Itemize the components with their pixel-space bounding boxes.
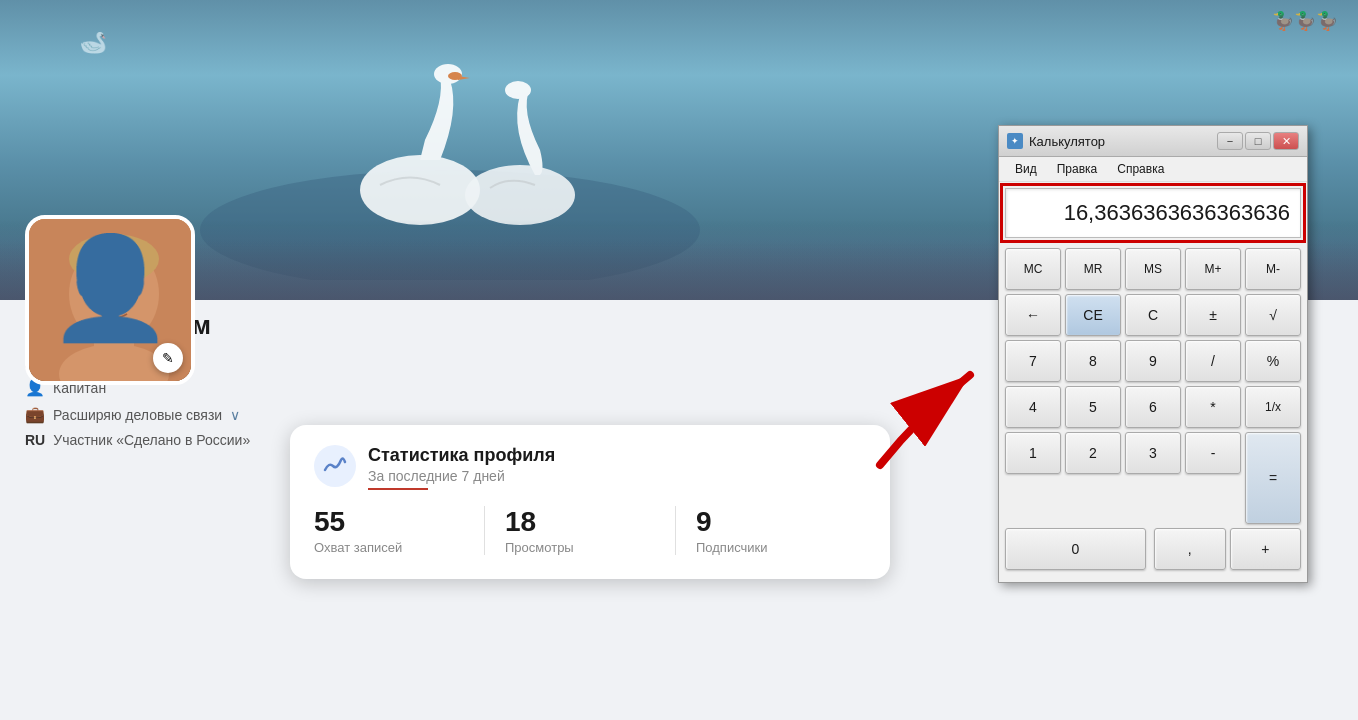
- calc-btn-8[interactable]: 8: [1065, 340, 1121, 382]
- calc-btn-6[interactable]: 6: [1125, 386, 1181, 428]
- calc-btn-multiply[interactable]: *: [1185, 386, 1241, 428]
- calc-display: 16,3636363636363636: [1005, 188, 1301, 238]
- calc-row-0: 0 , +: [1005, 528, 1301, 570]
- calc-menu-help[interactable]: Справка: [1107, 159, 1174, 179]
- calc-btn-mc[interactable]: MC: [1005, 248, 1061, 290]
- calc-btn-equals[interactable]: =: [1245, 432, 1301, 524]
- calc-buttons: MC MR MS M+ M- ← CE C ± √ 7 8 9 / %: [999, 244, 1307, 582]
- svg-point-4: [465, 165, 575, 225]
- calc-row-123: 1 2 3 - =: [1005, 432, 1301, 524]
- svg-point-7: [69, 244, 159, 344]
- calculator-window: ✦ Калькулятор − □ ✕ Вид Правка Справка 1…: [998, 125, 1308, 583]
- svg-point-9: [93, 282, 105, 296]
- stat-views-value: 18: [505, 506, 655, 538]
- calc-btn-9[interactable]: 9: [1125, 340, 1181, 382]
- calc-btn-ce[interactable]: CE: [1065, 294, 1121, 336]
- duck-birds: 🦆🦆🦆: [1272, 10, 1338, 32]
- expand-link[interactable]: ∨: [230, 407, 240, 423]
- profile-avatar: ✎: [25, 215, 195, 385]
- calc-menu-edit[interactable]: Правка: [1047, 159, 1108, 179]
- avatar-edit-button[interactable]: ✎: [153, 343, 183, 373]
- profile-activity: 💼 Расширяю деловые связи ∨: [25, 405, 250, 424]
- stat-subscribers-value: 9: [696, 506, 846, 538]
- stat-views-label: Просмотры: [505, 540, 655, 555]
- stats-numbers: 55 Охват записей 18 Просмотры 9 Подписчи…: [314, 506, 866, 555]
- stats-icon: [314, 445, 356, 487]
- stat-subscribers-label: Подписчики: [696, 540, 846, 555]
- calc-btn-decimal[interactable]: ,: [1154, 528, 1226, 570]
- calc-btn-3[interactable]: 3: [1125, 432, 1181, 474]
- profile-badge: RU Участник «Сделано в России»: [25, 432, 250, 448]
- calc-btn-plusminus[interactable]: ±: [1185, 294, 1241, 336]
- stats-title: Статистика профиля: [368, 445, 555, 466]
- calc-btn-4[interactable]: 4: [1005, 386, 1061, 428]
- calc-btn-plus[interactable]: +: [1230, 528, 1302, 570]
- stat-reach-label: Охват записей: [314, 540, 464, 555]
- calc-title-buttons: − □ ✕: [1217, 132, 1299, 150]
- calc-btn-minus[interactable]: -: [1185, 432, 1241, 474]
- calc-btn-reciprocal[interactable]: 1/x: [1245, 386, 1301, 428]
- heron-bird: 🦢: [80, 30, 107, 56]
- calc-row-ops1: ← CE C ± √: [1005, 294, 1301, 336]
- calc-btn-percent[interactable]: %: [1245, 340, 1301, 382]
- calc-btn-sqrt[interactable]: √: [1245, 294, 1301, 336]
- stats-card: Статистика профиля За последние 7 дней 5…: [290, 425, 890, 579]
- stat-reach: 55 Охват записей: [314, 506, 485, 555]
- briefcase-icon: 💼: [25, 405, 45, 424]
- stats-title-area: Статистика профиля За последние 7 дней: [368, 445, 555, 490]
- svg-point-10: [123, 282, 135, 296]
- calc-btn-c[interactable]: C: [1125, 294, 1181, 336]
- stat-reach-value: 55: [314, 506, 464, 538]
- calc-btn-7[interactable]: 7: [1005, 340, 1061, 382]
- svg-point-5: [505, 81, 531, 99]
- calc-display-value: 16,3636363636363636: [1064, 200, 1290, 226]
- calc-menu-view[interactable]: Вид: [1005, 159, 1047, 179]
- calculator-icon: ✦: [1007, 133, 1023, 149]
- calc-btn-0[interactable]: 0: [1005, 528, 1146, 570]
- calc-btn-mr[interactable]: MR: [1065, 248, 1121, 290]
- calc-btn-5[interactable]: 5: [1065, 386, 1121, 428]
- calc-btn-1[interactable]: 1: [1005, 432, 1061, 474]
- svg-point-1: [360, 155, 480, 225]
- svg-rect-12: [94, 339, 134, 385]
- calc-minimize-button[interactable]: −: [1217, 132, 1243, 150]
- stats-subtitle: За последние 7 дней: [368, 468, 555, 484]
- stat-views: 18 Просмотры: [505, 506, 676, 555]
- calc-btn-mplus[interactable]: M+: [1185, 248, 1241, 290]
- calc-row-memory: MC MR MS M+ M-: [1005, 248, 1301, 290]
- calc-row-456: 4 5 6 * 1/x: [1005, 386, 1301, 428]
- calc-btn-ms[interactable]: MS: [1125, 248, 1181, 290]
- stats-underline: [368, 488, 428, 490]
- stat-subscribers: 9 Подписчики: [696, 506, 866, 555]
- calc-row-789: 7 8 9 / %: [1005, 340, 1301, 382]
- stats-header: Статистика профиля За последние 7 дней: [314, 445, 866, 490]
- calc-title-text: Калькулятор: [1029, 134, 1105, 149]
- svg-point-8: [69, 234, 159, 284]
- calc-close-button[interactable]: ✕: [1273, 132, 1299, 150]
- calc-titlebar: ✦ Калькулятор − □ ✕: [999, 126, 1307, 157]
- calc-btn-mminus[interactable]: M-: [1245, 248, 1301, 290]
- calc-btn-back[interactable]: ←: [1005, 294, 1061, 336]
- calc-maximize-button[interactable]: □: [1245, 132, 1271, 150]
- calc-btn-2[interactable]: 2: [1065, 432, 1121, 474]
- calc-title-left: ✦ Калькулятор: [1007, 133, 1105, 149]
- calc-btn-divide[interactable]: /: [1185, 340, 1241, 382]
- pencil-icon: ✎: [162, 350, 174, 366]
- calc-menubar: Вид Правка Справка: [999, 157, 1307, 182]
